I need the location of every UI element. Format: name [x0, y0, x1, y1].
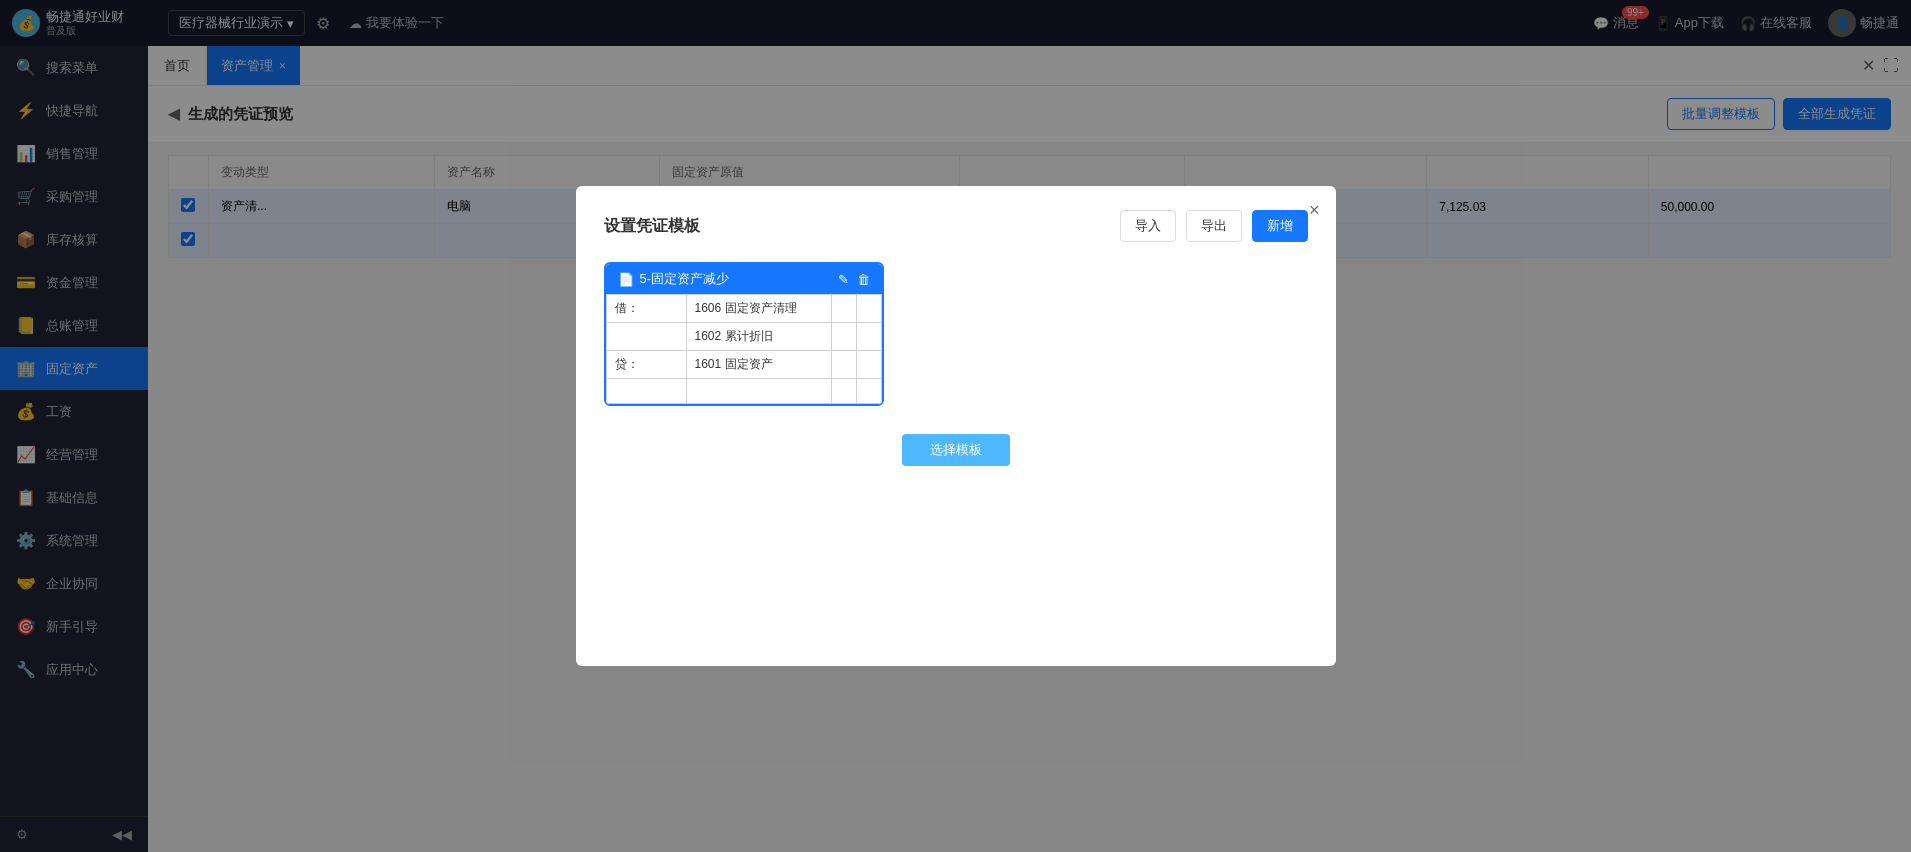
template-card-title: 5-固定资产减少 — [640, 270, 730, 288]
modal-header: 设置凭证模板 导入 导出 新增 — [604, 210, 1308, 242]
template-row3-account: 1601 固定资产 — [686, 351, 831, 379]
export-button[interactable]: 导出 — [1186, 210, 1242, 242]
template-card: 📄 5-固定资产减少 ✎ 🗑 借： 1606 固定资产清理 — [604, 262, 884, 406]
template-row3-col4 — [856, 351, 881, 379]
template-row4-side — [606, 379, 686, 404]
modal-overlay: 设置凭证模板 导入 导出 新增 × 📄 5-固定资产减少 ✎ 🗑 — [0, 0, 1911, 852]
template-area: 📄 5-固定资产减少 ✎ 🗑 借： 1606 固定资产清理 — [604, 262, 1308, 406]
template-row: 借： 1606 固定资产清理 — [606, 295, 881, 323]
import-button[interactable]: 导入 — [1120, 210, 1176, 242]
template-row2-side — [606, 323, 686, 351]
select-template-button[interactable]: 选择模板 — [902, 434, 1010, 466]
template-delete-icon[interactable]: 🗑 — [857, 272, 870, 287]
template-row4-account — [686, 379, 831, 404]
template-card-actions: ✎ 🗑 — [838, 272, 870, 287]
template-row1-col4 — [856, 295, 881, 323]
template-card-body: 借： 1606 固定资产清理 1602 累计折旧 — [606, 294, 882, 404]
template-row3-side: 贷： — [606, 351, 686, 379]
modal-set-template: 设置凭证模板 导入 导出 新增 × 📄 5-固定资产减少 ✎ 🗑 — [576, 186, 1336, 666]
template-row4-col3 — [831, 379, 856, 404]
template-row — [606, 379, 881, 404]
template-row1-account: 1606 固定资产清理 — [686, 295, 831, 323]
modal-header-actions: 导入 导出 新增 — [1120, 210, 1308, 242]
select-btn-area: 选择模板 — [604, 434, 1308, 466]
template-row2-col4 — [856, 323, 881, 351]
template-row2-account: 1602 累计折旧 — [686, 323, 831, 351]
modal-title: 设置凭证模板 — [604, 216, 700, 237]
new-template-button[interactable]: 新增 — [1252, 210, 1308, 242]
template-row1-col3 — [831, 295, 856, 323]
template-table: 借： 1606 固定资产清理 1602 累计折旧 — [606, 294, 882, 404]
template-row2-col3 — [831, 323, 856, 351]
template-row: 1602 累计折旧 — [606, 323, 881, 351]
modal-close-button[interactable]: × — [1309, 200, 1320, 221]
template-doc-icon: 📄 — [618, 272, 634, 287]
template-row: 贷： 1601 固定资产 — [606, 351, 881, 379]
template-row3-col3 — [831, 351, 856, 379]
template-card-header: 📄 5-固定资产减少 ✎ 🗑 — [606, 264, 882, 294]
template-card-header-left: 📄 5-固定资产减少 — [618, 270, 730, 288]
template-row1-side: 借： — [606, 295, 686, 323]
template-row4-col4 — [856, 379, 881, 404]
template-edit-icon[interactable]: ✎ — [838, 272, 849, 287]
